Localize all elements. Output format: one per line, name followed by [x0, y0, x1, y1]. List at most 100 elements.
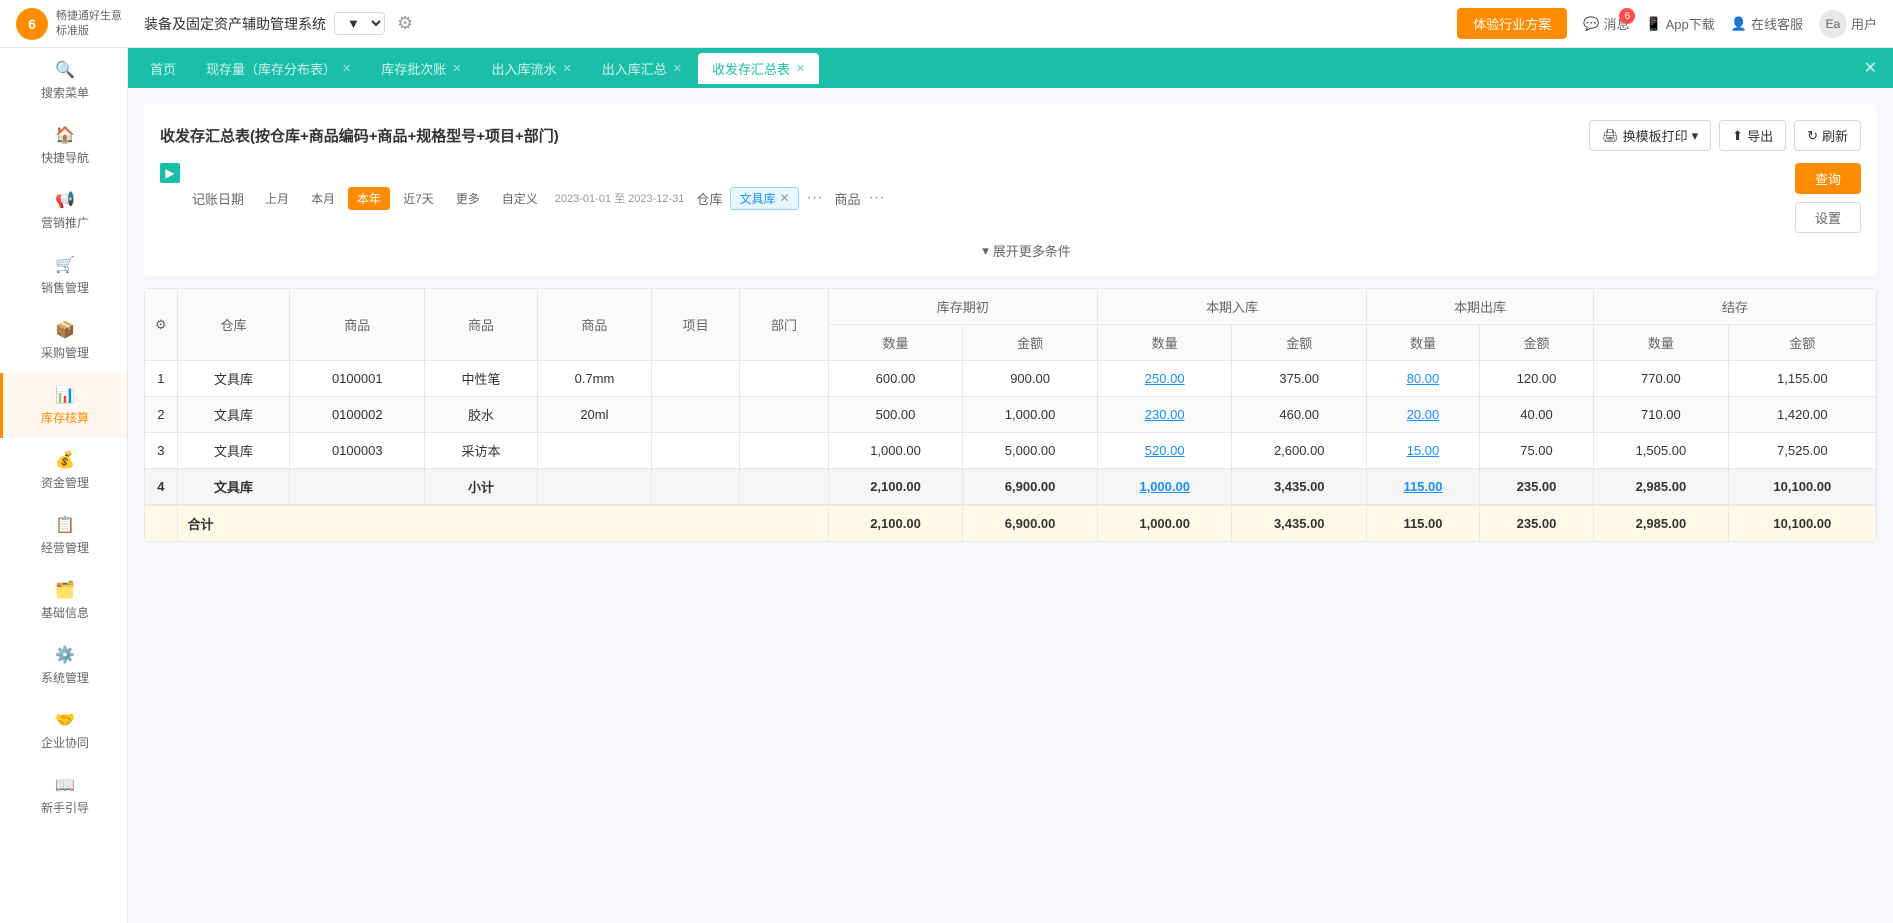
tab-inout-summary[interactable]: 出入库汇总 ✕ [588, 53, 696, 84]
date-btn-7days[interactable]: 近7天 [394, 187, 443, 210]
tab-label-inout-summary: 出入库汇总 [602, 59, 667, 78]
out-qty-link[interactable]: 20.00 [1407, 407, 1440, 422]
row-department [740, 433, 828, 469]
table-settings-col[interactable]: ⚙ [145, 289, 178, 361]
warehouse-tag-close[interactable]: ✕ [779, 191, 789, 205]
footer-in-amt: 3,435.00 [1232, 505, 1367, 542]
service-icon: 👤 [1731, 16, 1747, 32]
row-project [652, 433, 740, 469]
row-name: 采访本 [425, 433, 538, 469]
date-btn-this-month[interactable]: 本月 [302, 187, 344, 210]
row-in-qty[interactable]: 1,000.00 [1097, 469, 1232, 506]
gear-icon[interactable]: ⚙ [155, 317, 167, 332]
settings-icon[interactable]: ⚙ [397, 13, 413, 34]
sidebar-item-guide[interactable]: 📖 新手引导 [0, 763, 127, 828]
row-out-qty[interactable]: 15.00 [1367, 433, 1480, 469]
sidebar-item-purchase[interactable]: 📦 采购管理 [0, 308, 127, 373]
query-button[interactable]: 查询 [1795, 163, 1861, 194]
date-btn-this-year[interactable]: 本年 [348, 187, 390, 210]
sidebar-item-system[interactable]: ⚙️ 系统管理 [0, 633, 127, 698]
sidebar-item-marketing[interactable]: 📢 营销推广 [0, 178, 127, 243]
in-qty-link[interactable]: 250.00 [1145, 371, 1185, 386]
row-warehouse: 文具库 [177, 397, 290, 433]
date-btn-last-month[interactable]: 上月 [256, 187, 298, 210]
tab-close-stock-dist[interactable]: ✕ [342, 62, 351, 75]
print-button[interactable]: 🖨 换模板打印 ▾ [1589, 120, 1711, 151]
product-filter-label: 商品 [835, 189, 861, 208]
out-qty-link[interactable]: 15.00 [1407, 443, 1440, 458]
sidebar-label-search: 搜索菜单 [41, 84, 89, 101]
row-in-amt: 460.00 [1232, 397, 1367, 433]
tab-batch-ledger[interactable]: 库存批次账✕ [367, 53, 475, 84]
row-no: 4 [145, 469, 178, 506]
row-warehouse: 文具库 [177, 361, 290, 397]
warehouse-tag[interactable]: 文具库 ✕ [730, 187, 798, 210]
row-in-qty[interactable]: 230.00 [1097, 397, 1232, 433]
row-in-amt: 3,435.00 [1232, 469, 1367, 506]
row-out-qty[interactable]: 20.00 [1367, 397, 1480, 433]
row-name: 中性笔 [425, 361, 538, 397]
sidebar-item-enterprise[interactable]: 🤝 企业协同 [0, 698, 127, 763]
sidebar-item-quick-nav[interactable]: 🏠 快捷导航 [0, 113, 127, 178]
trial-button[interactable]: 体验行业方案 [1457, 8, 1567, 39]
inventory-icon: 📊 [55, 385, 75, 405]
tab-close-inout-flow[interactable]: ✕ [563, 62, 572, 75]
system-name: 装备及固定资产辅助管理系统 [144, 14, 326, 34]
sidebar-item-search[interactable]: 🔍 搜索菜单 [0, 48, 127, 113]
refresh-button[interactable]: ↻ 刷新 [1794, 120, 1861, 151]
tab-stock-dist[interactable]: 现存量（库存分布表）✕ [192, 53, 365, 84]
th-open-amt: 金额 [963, 325, 1098, 361]
row-in-qty[interactable]: 250.00 [1097, 361, 1232, 397]
tab-close-receive-send[interactable]: ✕ [796, 62, 805, 75]
row-out-qty[interactable]: 80.00 [1367, 361, 1480, 397]
export-icon: ⬆ [1732, 128, 1743, 144]
expand-icon: ▾ [982, 243, 989, 259]
date-btn-more[interactable]: 更多 [447, 187, 489, 210]
user-nav[interactable]: Ea 用户 [1819, 10, 1877, 38]
row-in-qty[interactable]: 520.00 [1097, 433, 1232, 469]
out-qty-link[interactable]: 115.00 [1403, 479, 1442, 494]
date-options: 上月 本月 本年 近7天 更多 自定义 2023-01-01 至 2023-12… [256, 187, 684, 210]
product-more[interactable]: ··· [869, 189, 885, 207]
tab-close-inout-summary[interactable]: ✕ [673, 62, 682, 75]
date-btn-custom[interactable]: 自定义 [493, 187, 547, 210]
row-out-qty[interactable]: 115.00 [1367, 469, 1480, 506]
sidebar-item-sales[interactable]: 🛒 销售管理 [0, 243, 127, 308]
in-qty-link[interactable]: 1,000.00 [1139, 479, 1190, 494]
system-select[interactable]: ▼ [334, 12, 385, 35]
tab-bar-close[interactable]: ✕ [1856, 58, 1885, 78]
in-qty-link[interactable]: 230.00 [1145, 407, 1185, 422]
expand-label[interactable]: 展开更多条件 [993, 241, 1071, 260]
sidebar-item-basic[interactable]: 🗂️ 基础信息 [0, 568, 127, 633]
avatar: Ea [1819, 10, 1847, 38]
out-qty-link[interactable]: 80.00 [1407, 371, 1440, 386]
settings-button[interactable]: 设置 [1795, 202, 1861, 233]
tab-receive-send[interactable]: 收发存汇总表✕ [698, 53, 819, 84]
message-nav[interactable]: 💬 消息 6 [1583, 14, 1629, 33]
app-download-nav[interactable]: 📱 App下载 [1645, 14, 1714, 33]
tab-inout-flow[interactable]: 出入库流水✕ [477, 53, 585, 84]
warehouse-more[interactable]: ··· [807, 189, 823, 207]
sidebar-item-finance[interactable]: 💰 资金管理 [0, 438, 127, 503]
row-bal-qty: 710.00 [1594, 397, 1729, 433]
th-product-name: 商品 [425, 289, 538, 361]
sidebar-label-marketing: 营销推广 [41, 214, 89, 231]
download-icon: 📱 [1645, 16, 1661, 32]
sidebar-item-inventory[interactable]: 📊 库存核算 [0, 373, 127, 438]
tab-close-batch-ledger[interactable]: ✕ [452, 62, 461, 75]
sidebar-item-operations[interactable]: 📋 经营管理 [0, 503, 127, 568]
footer-bal-amt: 10,100.00 [1728, 505, 1876, 542]
row-spec [537, 433, 651, 469]
export-button[interactable]: ⬆ 导出 [1719, 120, 1786, 151]
row-no: 2 [145, 397, 178, 433]
row-no: 1 [145, 361, 178, 397]
table-row: 3 文具库 0100003 采访本 1,000.00 5,000.00 520.… [145, 433, 1877, 469]
chevron-down-icon: ▾ [1692, 128, 1699, 144]
footer-open-qty: 2,100.00 [828, 505, 963, 542]
tab-home[interactable]: 首页 [136, 53, 190, 84]
filter-toggle[interactable]: ▶ [160, 163, 180, 183]
th-balance: 结存 [1594, 289, 1877, 325]
row-bal-amt: 10,100.00 [1728, 469, 1876, 506]
online-service-nav[interactable]: 👤 在线客服 [1731, 14, 1803, 33]
in-qty-link[interactable]: 520.00 [1145, 443, 1185, 458]
